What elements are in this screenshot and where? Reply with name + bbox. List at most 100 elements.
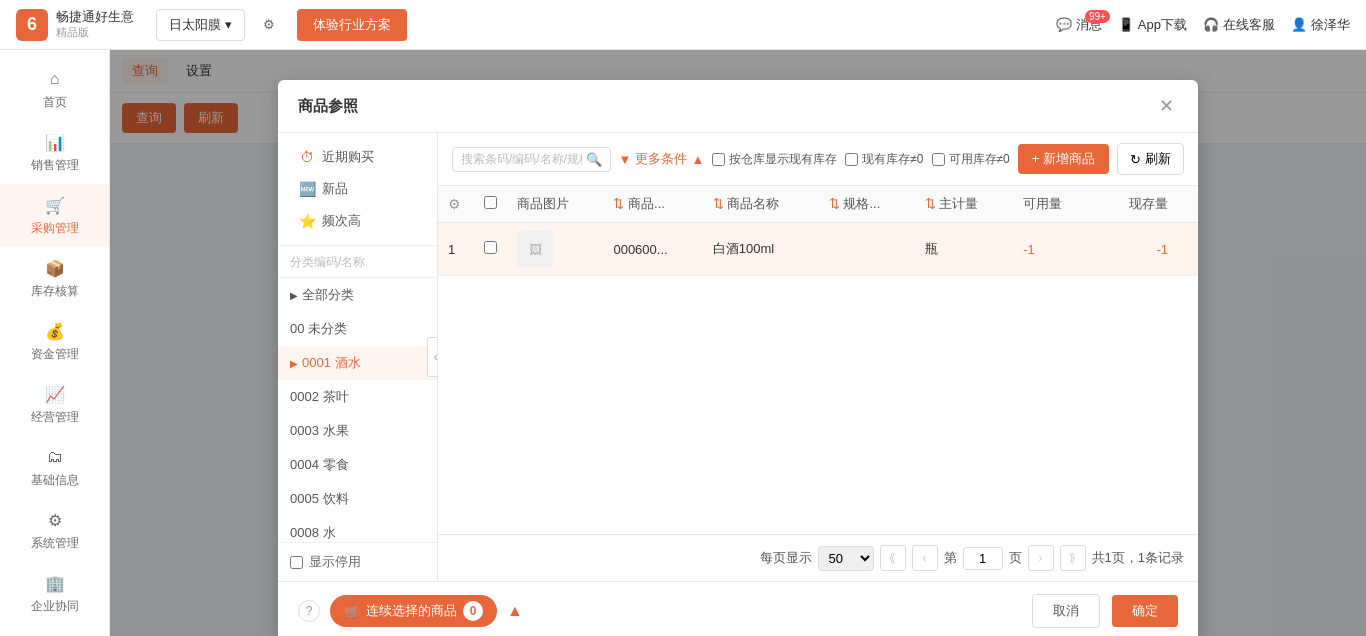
sidebar-item-finance[interactable]: 💰 资金管理 <box>0 310 109 373</box>
page-input[interactable] <box>963 547 1003 570</box>
sidebar-item-enterprise[interactable]: 🏢 企业协同 <box>0 562 109 625</box>
user-avatar[interactable]: 👤 徐泽华 <box>1291 16 1350 34</box>
quick-recent[interactable]: ⏱ 近期购买 <box>290 143 425 171</box>
sidebar-item-newbie[interactable]: 🎯 新手引导 <box>0 625 109 636</box>
sales-icon: 📊 <box>44 131 66 153</box>
page-first-btn[interactable]: ⟪ <box>880 545 906 571</box>
cat-search-row: 🔍 <box>278 246 437 278</box>
avatar-icon: 👤 <box>1291 17 1307 32</box>
product-search-input[interactable] <box>461 152 582 166</box>
sort-name-icon: ⇅ <box>713 196 724 211</box>
cancel-btn[interactable]: 取消 <box>1032 594 1100 628</box>
th-name[interactable]: ⇅ 商品名称 <box>703 186 819 223</box>
row-checkbox[interactable] <box>484 241 497 254</box>
quick-new[interactable]: 🆕 新品 <box>290 175 425 203</box>
sidebar-item-sales-label: 销售管理 <box>31 157 79 174</box>
footer-left: ? 🛒 连续选择的商品 0 ▲ <box>298 595 523 627</box>
filter-show-stock-checkbox[interactable] <box>712 153 725 166</box>
page-prev-btn[interactable]: ‹ <box>912 545 938 571</box>
cat-arrow-icon: ▶ <box>290 290 298 301</box>
sort-spec-icon: ⇅ <box>829 196 840 211</box>
cat-item-0002[interactable]: 0002 茶叶 <box>278 380 437 414</box>
logo-text: 畅捷通好生意 <box>56 9 134 26</box>
select-all-checkbox[interactable] <box>484 196 497 209</box>
filter-usable-stock-label[interactable]: 可用库存≠0 <box>932 151 1010 168</box>
category-panel: ⏱ 近期购买 🆕 新品 ⭐ 频次高 <box>278 133 438 581</box>
cat-item-0001[interactable]: ▶ 0001 酒水 <box>278 346 437 380</box>
filter-usable-stock-checkbox[interactable] <box>932 153 945 166</box>
online-service-btn[interactable]: 🎧 在线客服 <box>1203 16 1275 34</box>
logo-sub: 精品版 <box>56 25 134 40</box>
td-spec <box>819 223 915 276</box>
filter-has-stock-label[interactable]: 现有库存≠0 <box>845 151 923 168</box>
sidebar-item-basic[interactable]: 🗂 基础信息 <box>0 436 109 499</box>
page-size-select[interactable]: 50 20 100 <box>818 546 874 571</box>
filter-show-stock-label[interactable]: 按仓库显示现有库存 <box>712 151 837 168</box>
modal-close-btn[interactable]: ✕ <box>1154 94 1178 118</box>
td-check[interactable] <box>474 223 507 276</box>
cat-search-input[interactable] <box>290 255 438 269</box>
cat-item-0005[interactable]: 0005 饮料 <box>278 482 437 516</box>
page-last-btn[interactable]: ⟫ <box>1060 545 1086 571</box>
show-disabled-checkbox[interactable] <box>290 556 303 569</box>
td-name: 白酒100ml <box>703 223 819 276</box>
system-icon: ⚙ <box>44 509 66 531</box>
product-search-icon[interactable]: 🔍 <box>586 152 602 167</box>
store-dropdown[interactable]: 日太阳膜 ▾ <box>156 9 245 41</box>
product-table-area: ⚙ 商品图片 <box>438 186 1198 534</box>
cat-0001-arrow-icon: ▶ <box>290 358 298 369</box>
table-row[interactable]: 1 🖼 <box>438 223 1198 276</box>
filter-more-btn[interactable]: ▼ 更多条件 ▲ <box>619 150 705 168</box>
message-badge: 99+ <box>1085 10 1110 23</box>
footer-collapse-icon[interactable]: ▲ <box>507 602 523 620</box>
th-settings[interactable]: ⚙ <box>438 186 474 223</box>
product-table: ⚙ 商品图片 <box>438 186 1198 276</box>
quick-recent-label: 近期购买 <box>322 148 374 166</box>
page-size-label: 每页显示 <box>760 549 812 567</box>
help-icon[interactable]: ? <box>298 600 320 622</box>
modal-title: 商品参照 <box>298 97 358 116</box>
sidebar-item-inventory[interactable]: 📦 库存核算 <box>0 247 109 310</box>
total-info: 共1页，1条记录 <box>1092 549 1184 567</box>
th-check[interactable] <box>474 186 507 223</box>
cat-item-all[interactable]: ▶ 全部分类 <box>278 278 437 312</box>
sidebar-item-sales[interactable]: 📊 销售管理 <box>0 121 109 184</box>
sidebar-item-finance-label: 资金管理 <box>31 346 79 363</box>
cart-btn[interactable]: 🛒 连续选择的商品 0 <box>330 595 497 627</box>
cat-footer: 显示停用 <box>278 542 437 581</box>
cart-count: 0 <box>463 601 483 621</box>
sidebar-item-purchase[interactable]: 🛒 采购管理 <box>0 184 109 247</box>
nav-right: 💬 消息 99+ 📱 App下载 🎧 在线客服 👤 徐泽华 <box>1056 16 1350 34</box>
th-code[interactable]: ⇅ 商品... <box>603 186 702 223</box>
message-btn[interactable]: 💬 消息 99+ <box>1056 16 1102 34</box>
sidebar-item-home[interactable]: ⌂ 首页 <box>0 58 109 121</box>
modal-overlay: 商品参照 ✕ ⏱ 近期购买 🆕 新 <box>110 50 1366 636</box>
th-unit[interactable]: ⇅ 主计量 <box>915 186 1014 223</box>
show-disabled-label[interactable]: 显示停用 <box>290 553 425 571</box>
app-download-btn[interactable]: 📱 App下载 <box>1118 16 1187 34</box>
top-navigation: 6 畅捷通好生意 精品版 日太阳膜 ▾ ⚙ 体验行业方案 💬 消息 99+ 📱 … <box>0 0 1366 50</box>
cat-item-00[interactable]: 00 未分类 <box>278 312 437 346</box>
cat-item-0008[interactable]: 0008 水 <box>278 516 437 542</box>
page-next-btn[interactable]: › <box>1028 545 1054 571</box>
cat-panel-collapse-btn[interactable]: « <box>427 337 438 377</box>
filter-has-stock-checkbox[interactable] <box>845 153 858 166</box>
filter-bar: 🔍 ▼ 更多条件 ▲ 按仓库显示现有库存 <box>438 133 1198 186</box>
quick-frequent[interactable]: ⭐ 频次高 <box>290 207 425 235</box>
table-body: 1 🖼 <box>438 223 1198 276</box>
sidebar-item-system[interactable]: ⚙ 系统管理 <box>0 499 109 562</box>
product-image: 🖼 <box>517 231 553 267</box>
new-icon: 🆕 <box>298 180 316 198</box>
add-product-btn[interactable]: + 新增商品 <box>1018 144 1109 174</box>
refresh-btn[interactable]: ↻ 刷新 <box>1117 143 1184 175</box>
inventory-icon: 📦 <box>44 257 66 279</box>
cat-item-0004[interactable]: 0004 零食 <box>278 448 437 482</box>
confirm-btn[interactable]: 确定 <box>1112 595 1178 627</box>
quick-frequent-label: 频次高 <box>322 212 361 230</box>
sidebar-item-operations[interactable]: 📈 经营管理 <box>0 373 109 436</box>
cat-item-0003[interactable]: 0003 水果 <box>278 414 437 448</box>
th-spec[interactable]: ⇅ 规格... <box>819 186 915 223</box>
settings-icon[interactable]: ⚙ <box>253 9 285 41</box>
experience-btn[interactable]: 体验行业方案 <box>297 9 407 41</box>
sidebar: ⌂ 首页 📊 销售管理 🛒 采购管理 📦 库存核算 💰 资金管理 📈 经营管理 … <box>0 50 110 636</box>
